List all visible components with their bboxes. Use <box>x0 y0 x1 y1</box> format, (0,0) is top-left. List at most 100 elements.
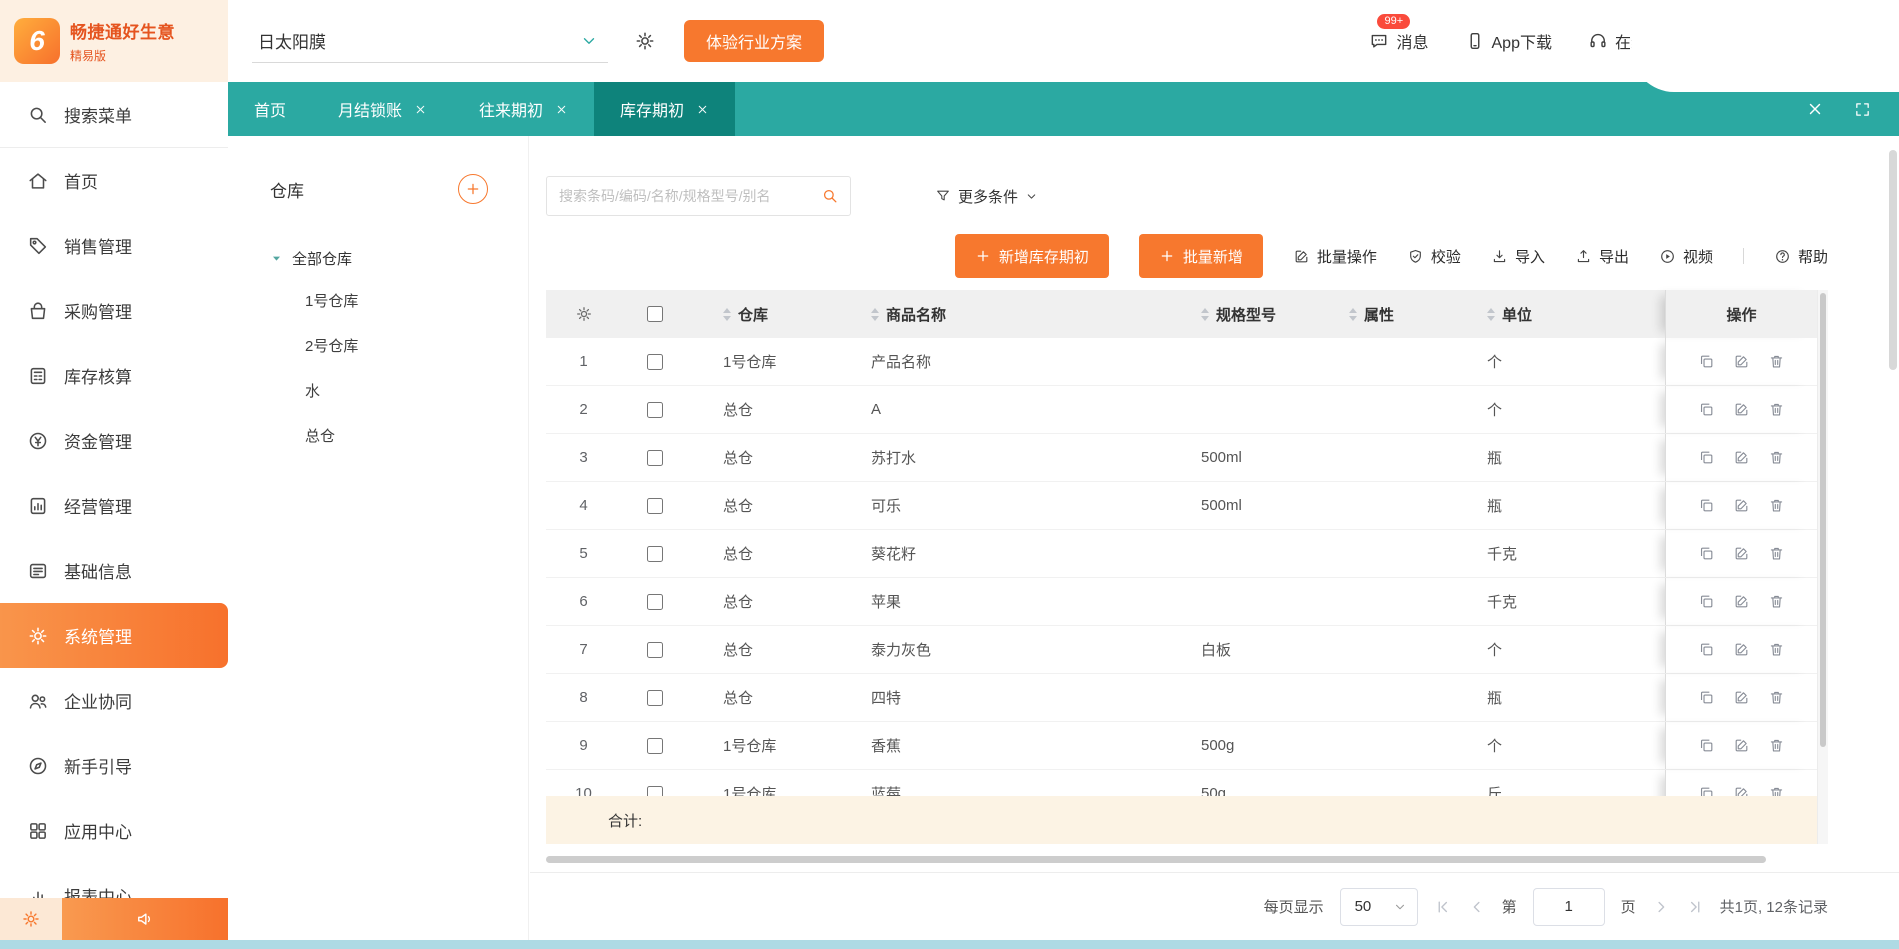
row-checkbox[interactable] <box>647 641 663 658</box>
table-row[interactable]: 7 总仓 泰力灰色 白板 个 <box>546 626 1817 674</box>
tab-inventory-initial[interactable]: 库存期初 <box>594 82 736 136</box>
table-horizontal-scrollbar[interactable] <box>546 856 1767 863</box>
column-header-warehouse[interactable]: 仓库 <box>689 290 837 338</box>
row-checkbox[interactable] <box>647 785 663 796</box>
delete-row-button[interactable] <box>1768 593 1785 610</box>
sidebar-item-home[interactable]: 首页 <box>0 148 228 213</box>
edit-row-button[interactable] <box>1733 593 1750 610</box>
delete-row-button[interactable] <box>1768 401 1785 418</box>
edit-row-button[interactable] <box>1733 497 1750 514</box>
copy-row-button[interactable] <box>1698 353 1715 370</box>
row-checkbox[interactable] <box>647 593 663 610</box>
column-header-spec[interactable]: 规格型号 <box>1167 290 1315 338</box>
delete-row-button[interactable] <box>1768 785 1785 796</box>
edit-row-button[interactable] <box>1733 449 1750 466</box>
gear-icon[interactable] <box>575 305 593 323</box>
copy-row-button[interactable] <box>1698 545 1715 562</box>
select-all-checkbox[interactable] <box>647 306 663 322</box>
tree-node-water[interactable]: 水 <box>228 368 528 413</box>
close-icon[interactable] <box>696 103 709 116</box>
table-vertical-scrollbar[interactable] <box>1820 293 1826 748</box>
batch-operations-button[interactable]: 批量操作 <box>1293 246 1377 267</box>
sidebar-item-app-center[interactable]: 应用中心 <box>0 798 228 863</box>
sidebar-item-sales[interactable]: 销售管理 <box>0 213 228 278</box>
sidebar-item-purchase[interactable]: 采购管理 <box>0 278 228 343</box>
delete-row-button[interactable] <box>1768 353 1785 370</box>
help-button[interactable]: 帮助 <box>1774 246 1828 267</box>
table-row[interactable]: 2 总仓 A 个 <box>546 386 1817 434</box>
sidebar-settings-button[interactable] <box>0 898 62 940</box>
delete-row-button[interactable] <box>1768 449 1785 466</box>
delete-row-button[interactable] <box>1768 689 1785 706</box>
table-row[interactable]: 4 总仓 可乐 500ml 瓶 <box>546 482 1817 530</box>
edit-row-button[interactable] <box>1733 737 1750 754</box>
row-checkbox[interactable] <box>647 689 663 706</box>
app-download-button[interactable]: App下载 <box>1465 29 1552 53</box>
sidebar-item-base-info[interactable]: 基础信息 <box>0 538 228 603</box>
copy-row-button[interactable] <box>1698 689 1715 706</box>
sidebar-item-operations[interactable]: 经营管理 <box>0 473 228 538</box>
copy-row-button[interactable] <box>1698 737 1715 754</box>
row-checkbox[interactable] <box>647 401 663 418</box>
announcement-button[interactable] <box>62 898 228 940</box>
sidebar-item-guide[interactable]: 新手引导 <box>0 733 228 798</box>
more-filters-button[interactable]: 更多条件 <box>935 186 1038 207</box>
delete-row-button[interactable] <box>1768 497 1785 514</box>
row-checkbox[interactable] <box>647 737 663 754</box>
table-row[interactable]: 6 总仓 苹果 千克 <box>546 578 1817 626</box>
company-selector[interactable]: 日太阳膜 <box>252 19 608 63</box>
edit-row-button[interactable] <box>1733 401 1750 418</box>
export-button[interactable]: 导出 <box>1575 246 1629 267</box>
search-icon[interactable] <box>821 187 839 205</box>
row-checkbox[interactable] <box>647 545 663 562</box>
per-page-select[interactable]: 50 <box>1339 887 1418 926</box>
edit-row-button[interactable] <box>1733 785 1750 796</box>
tree-node-warehouse-1[interactable]: 1号仓库 <box>228 278 528 323</box>
add-initial-stock-button[interactable]: 新增库存期初 <box>954 234 1109 278</box>
edit-row-button[interactable] <box>1733 353 1750 370</box>
tree-node-warehouse-2[interactable]: 2号仓库 <box>228 323 528 368</box>
last-page-icon[interactable] <box>1686 898 1704 916</box>
close-icon[interactable] <box>414 103 427 116</box>
row-checkbox[interactable] <box>647 497 663 514</box>
copy-row-button[interactable] <box>1698 401 1715 418</box>
column-header-product-name[interactable]: 商品名称 <box>837 290 1167 338</box>
tree-node-all-warehouses[interactable]: 全部仓库 <box>228 238 528 278</box>
column-header-unit[interactable]: 单位 <box>1453 290 1603 338</box>
copy-row-button[interactable] <box>1698 449 1715 466</box>
delete-row-button[interactable] <box>1768 545 1785 562</box>
delete-row-button[interactable] <box>1768 641 1785 658</box>
fullscreen-icon[interactable] <box>1854 101 1871 118</box>
column-header-attribute[interactable]: 属性 <box>1315 290 1453 338</box>
first-page-icon[interactable] <box>1434 898 1452 916</box>
table-row[interactable]: 3 总仓 苏打水 500ml 瓶 <box>546 434 1817 482</box>
batch-add-button[interactable]: 批量新增 <box>1138 234 1263 278</box>
table-row[interactable]: 9 1号仓库 香蕉 500g 个 <box>546 722 1817 770</box>
sidebar-item-inventory[interactable]: 库存核算 <box>0 343 228 408</box>
table-row[interactable]: 5 总仓 葵花籽 千克 <box>546 530 1817 578</box>
tab-month-end-lock[interactable]: 月结锁账 <box>312 82 453 136</box>
edit-row-button[interactable] <box>1733 545 1750 562</box>
copy-row-button[interactable] <box>1698 497 1715 514</box>
close-icon[interactable] <box>555 103 568 116</box>
table-row[interactable]: 10 1号仓库 蓝莓 50g 斤 <box>546 770 1817 796</box>
table-row[interactable]: 8 总仓 四特 瓶 <box>546 674 1817 722</box>
row-checkbox[interactable] <box>647 449 663 466</box>
experience-solution-button[interactable]: 体验行业方案 <box>684 20 825 62</box>
row-checkbox[interactable] <box>647 353 663 370</box>
copy-row-button[interactable] <box>1698 593 1715 610</box>
delete-row-button[interactable] <box>1768 737 1785 754</box>
verify-button[interactable]: 校验 <box>1407 246 1461 267</box>
page-scrollbar[interactable] <box>1889 150 1897 370</box>
import-button[interactable]: 导入 <box>1491 246 1545 267</box>
next-page-icon[interactable] <box>1652 898 1670 916</box>
sidebar-item-collaboration[interactable]: 企业协同 <box>0 668 228 733</box>
add-warehouse-button[interactable] <box>458 174 488 204</box>
edit-row-button[interactable] <box>1733 689 1750 706</box>
copy-row-button[interactable] <box>1698 785 1715 796</box>
copy-row-button[interactable] <box>1698 641 1715 658</box>
tree-node-main-warehouse[interactable]: 总仓 <box>228 413 528 458</box>
sidebar-item-system[interactable]: 系统管理 <box>0 603 228 668</box>
close-all-tabs-icon[interactable] <box>1806 100 1824 118</box>
search-input[interactable] <box>546 176 851 216</box>
